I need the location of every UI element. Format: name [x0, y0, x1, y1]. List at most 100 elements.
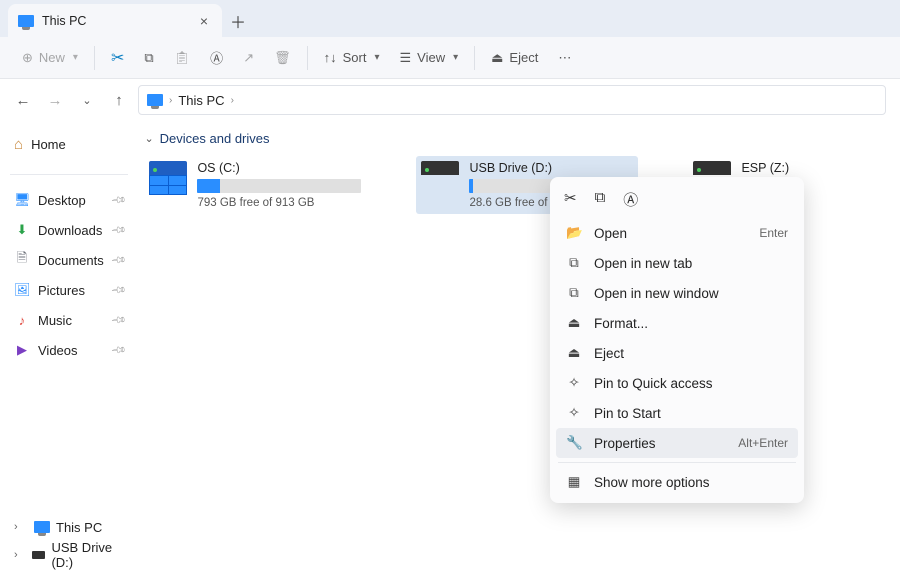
documents-icon: 🗎	[14, 249, 30, 271]
ctx-pin-to-quick-access[interactable]: ✧ Pin to Quick access	[556, 368, 798, 398]
sidebar-item-label: Desktop	[38, 193, 86, 208]
chevron-down-icon: ▾	[73, 52, 78, 63]
drive-name: ESP (Z:)	[741, 161, 900, 175]
ctx-eject[interactable]: ⏏ Eject	[556, 338, 798, 368]
newwin-icon: ⧉	[566, 285, 582, 301]
pin-icon[interactable]: 📌︎	[110, 192, 127, 209]
toolbar: ⊕ New ▾ ✂ ⧉ 📋︎ Ⓐ ↗ 🗑︎ ↑↓ Sort ▾ ☰ View ▾…	[0, 37, 900, 79]
ctx-label: Pin to Start	[594, 406, 661, 421]
sidebar-item-documents[interactable]: 🗎 Documents 📌︎	[10, 245, 128, 275]
pc-icon	[147, 94, 163, 106]
group-header-label: Devices and drives	[160, 131, 270, 146]
drive-icon	[32, 551, 46, 559]
new-button[interactable]: ⊕ New ▾	[14, 42, 86, 74]
paste-button[interactable]: 📋︎	[166, 42, 199, 74]
sidebar-item-pictures[interactable]: 🖼 Pictures 📌︎	[10, 275, 128, 305]
sort-button[interactable]: ↑↓ Sort ▾	[316, 42, 388, 74]
tab-title: This PC	[42, 14, 188, 28]
recent-button[interactable]: ⌄	[78, 94, 96, 107]
drive-capacity-bar	[197, 179, 361, 193]
pc-icon	[34, 521, 50, 533]
view-button[interactable]: ☰ View ▾	[391, 42, 466, 74]
pin-icon[interactable]: 📌︎	[110, 312, 127, 329]
more-button[interactable]: ⋯	[550, 42, 579, 74]
drive-name: OS (C:)	[197, 161, 361, 175]
pin-icon[interactable]: 📌︎	[110, 282, 127, 299]
ctx-label: Properties	[594, 436, 656, 451]
sidebar-item-music[interactable]: ♪ Music 📌︎	[10, 305, 128, 335]
drive-info: OS (C:) 793 GB free of 913 GB	[197, 161, 361, 209]
sidebar-item-label: Music	[38, 313, 72, 328]
cut-button[interactable]: ✂	[103, 42, 132, 74]
context-menu: ✂ ⧉ Ⓐ 📂 Open Enter⧉ Open in new tab ⧉ Op…	[550, 177, 804, 503]
pin-icon[interactable]: 📌︎	[110, 342, 127, 359]
share-button[interactable]: ↗	[235, 42, 262, 74]
ctx-properties[interactable]: 🔧 Properties Alt+Enter	[556, 428, 798, 458]
pc-icon	[18, 15, 34, 27]
plus-icon: ⊕	[22, 50, 33, 66]
trash-icon: 🗑︎	[274, 50, 291, 66]
view-label: View	[417, 50, 445, 65]
ctx-label: Open in new window	[594, 286, 719, 301]
copy-icon[interactable]: ⧉	[595, 189, 606, 210]
desktop-icon: 🖥	[14, 192, 30, 208]
rename-button[interactable]: Ⓐ	[202, 42, 231, 74]
rename-icon[interactable]: Ⓐ	[623, 189, 638, 210]
pin-icon[interactable]: 📌︎	[110, 222, 127, 239]
close-icon[interactable]: ×	[196, 13, 212, 29]
chevron-down-icon[interactable]: ⌄	[144, 132, 153, 145]
eject-button[interactable]: ⏏ Eject	[483, 42, 546, 74]
sidebar-item-videos[interactable]: ▶ Videos 📌︎	[10, 335, 128, 365]
chevron-right-icon: ›	[231, 95, 234, 106]
chevron-right-icon: ›	[169, 95, 172, 106]
more-icon: ⋯	[558, 50, 571, 66]
tree-item-usb-drive[interactable]: › USB Drive (D:)	[10, 541, 128, 569]
chevron-right-icon[interactable]: ›	[14, 549, 26, 561]
forward-button[interactable]: →	[46, 92, 64, 109]
cut-icon[interactable]: ✂	[564, 189, 577, 210]
sidebar-item-downloads[interactable]: ⬇ Downloads 📌︎	[10, 215, 128, 245]
ctx-format-[interactable]: ⏏ Format...	[556, 308, 798, 338]
ctx-open-in-new-tab[interactable]: ⧉ Open in new tab	[556, 248, 798, 278]
drive-free-text: 793 GB free of 913 GB	[197, 197, 361, 209]
sidebar-tree: › This PC › USB Drive (D:)	[0, 513, 132, 569]
back-button[interactable]: ←	[14, 92, 32, 109]
delete-button[interactable]: 🗑︎	[266, 42, 299, 74]
new-tab-button[interactable]: ＋	[222, 4, 254, 37]
ctx-pin-to-start[interactable]: ✧ Pin to Start	[556, 398, 798, 428]
share-icon: ↗	[243, 50, 254, 66]
sidebar-item-home[interactable]: ⌂ Home	[10, 129, 128, 159]
pin-icon[interactable]: 📌︎	[110, 252, 127, 269]
group-header[interactable]: ⌄ Devices and drives	[144, 131, 900, 146]
nav-zone: ← → ⌄ ↑ › This PC ›	[0, 79, 900, 121]
ctx-open-in-new-window[interactable]: ⧉ Open in new window	[556, 278, 798, 308]
tree-item-this-pc[interactable]: › This PC	[10, 513, 128, 541]
view-icon: ☰	[399, 50, 411, 66]
ctx-label: Format...	[594, 316, 648, 331]
drive-os--c--[interactable]: OS (C:) 793 GB free of 913 GB	[144, 156, 366, 214]
chevron-right-icon[interactable]: ›	[14, 521, 28, 533]
sidebar-item-desktop[interactable]: 🖥 Desktop 📌︎	[10, 185, 128, 215]
chevron-down-icon: ▾	[374, 52, 379, 63]
eject-icon: ⏏	[566, 345, 582, 361]
chevron-down-icon: ▾	[453, 52, 458, 63]
paste-icon: 📋︎	[174, 50, 191, 66]
more-icon: ▦	[566, 474, 582, 490]
tab-this-pc[interactable]: This PC ×	[8, 4, 222, 37]
path-bar[interactable]: › This PC ›	[138, 85, 886, 115]
new-label: New	[39, 50, 65, 65]
context-icon-row: ✂ ⧉ Ⓐ	[556, 183, 798, 218]
sidebar-item-label: Videos	[38, 343, 78, 358]
cut-icon: ✂	[111, 48, 124, 68]
ctx-show-more-options[interactable]: ▦ Show more options	[556, 467, 798, 497]
up-button[interactable]: ↑	[110, 92, 128, 109]
ctx-label: Eject	[594, 346, 624, 361]
ctx-label: Open	[594, 226, 627, 241]
drive-icon	[149, 161, 187, 195]
ctx-shortcut: Enter	[759, 226, 788, 240]
copy-button[interactable]: ⧉	[136, 42, 161, 74]
wrench-icon: 🔧	[566, 435, 582, 451]
path-segment[interactable]: This PC	[178, 93, 224, 108]
ctx-open[interactable]: 📂 Open Enter	[556, 218, 798, 248]
eject-icon: ⏏	[491, 50, 503, 66]
